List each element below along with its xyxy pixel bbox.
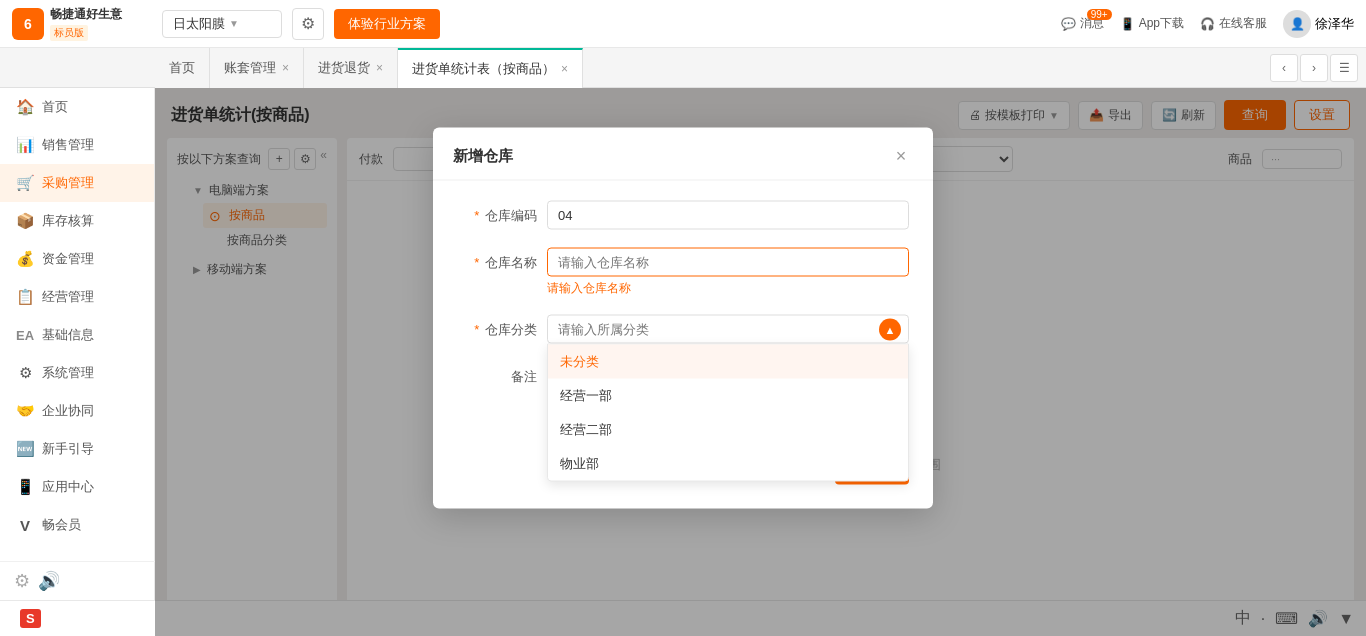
online-service-item[interactable]: 🎧 在线客服: [1200, 15, 1267, 32]
sidebar-item-sales[interactable]: 📊 销售管理: [0, 126, 154, 164]
sidebar-item-purchase[interactable]: 🛒 采购管理: [0, 164, 154, 202]
logo-area: 6 畅捷通好生意 标员版: [12, 6, 162, 41]
sidebar-item-finance[interactable]: 💰 资金管理: [0, 240, 154, 278]
experience-button[interactable]: 体验行业方案: [334, 9, 440, 39]
settings-small-icon[interactable]: ⚙: [14, 570, 30, 592]
header-right: 💬 消息 99+ 📱 App下载 🎧 在线客服 👤 徐泽华: [1061, 10, 1354, 38]
dropdown-option-uncategorized[interactable]: 未分类: [548, 345, 908, 379]
sidebar-item-system[interactable]: ⚙ 系统管理: [0, 354, 154, 392]
new-warehouse-modal: 新增仓库 × * 仓库编码 * 仓库名称 请输入仓库名称: [433, 128, 933, 509]
message-icon: 💬: [1061, 17, 1076, 31]
sidebar: 🏠 首页 📊 销售管理 🛒 采购管理 📦 库存核算 💰 资金管理 📋 经营管理 …: [0, 88, 155, 636]
user-area[interactable]: 👤 徐泽华: [1283, 10, 1354, 38]
sidebar-item-guide[interactable]: 🆕 新手引导: [0, 430, 154, 468]
name-error-msg: 请输入仓库名称: [547, 280, 909, 297]
volume-icon[interactable]: 🔊: [38, 570, 60, 592]
dropdown-option-dept3[interactable]: 物业部: [548, 447, 908, 481]
category-label: * 仓库分类: [457, 315, 537, 339]
bottom-left: S: [12, 609, 41, 628]
tab-account[interactable]: 账套管理 ×: [210, 48, 304, 88]
form-row-name: * 仓库名称 请输入仓库名称: [457, 248, 909, 297]
finance-icon: 💰: [16, 250, 34, 268]
name-input[interactable]: [547, 248, 909, 277]
sales-icon: 📊: [16, 136, 34, 154]
code-input[interactable]: [547, 201, 909, 230]
sidebar-item-membership[interactable]: V 畅会员: [0, 506, 154, 544]
dropdown-option-dept2[interactable]: 经营二部: [548, 413, 908, 447]
dropdown-toggle-button[interactable]: ▲: [879, 318, 901, 340]
form-row-code: * 仓库编码: [457, 201, 909, 230]
basics-icon: EA: [16, 326, 34, 344]
avatar: 👤: [1283, 10, 1311, 38]
tab-close-icon[interactable]: ×: [561, 62, 568, 76]
headset-icon: 🎧: [1200, 17, 1215, 31]
purchase-icon: 🛒: [16, 174, 34, 192]
phone-icon: 📱: [1120, 17, 1135, 31]
name-label: * 仓库名称: [457, 248, 537, 272]
top-header: 6 畅捷通好生意 标员版 日太阳膜 ▼ ⚙ 体验行业方案 💬 消息 99+ 📱 …: [0, 0, 1366, 48]
header-middle: 日太阳膜 ▼ ⚙ 体验行业方案: [162, 8, 1061, 40]
tab-purchase-stats[interactable]: 进货单统计表（按商品） ×: [398, 48, 583, 88]
tab-close-icon[interactable]: ×: [376, 61, 383, 75]
code-label: * 仓库编码: [457, 201, 537, 225]
category-dropdown-list: 未分类 经营一部 经营二部 物业部: [547, 344, 909, 482]
guide-icon: 🆕: [16, 440, 34, 458]
s-logo: S: [20, 609, 41, 628]
collab-icon: 🤝: [16, 402, 34, 420]
sidebar-item-inventory[interactable]: 📦 库存核算: [0, 202, 154, 240]
modal-body: * 仓库编码 * 仓库名称 请输入仓库名称 * 仓库分类: [433, 181, 933, 453]
tab-home[interactable]: 首页: [155, 48, 210, 88]
category-input[interactable]: [547, 315, 909, 344]
form-row-category: * 仓库分类 ▲ 未分类 经营一部 经营二部 物业部: [457, 315, 909, 344]
home-icon: 🏠: [16, 98, 34, 116]
note-label: 备注: [457, 362, 537, 386]
gear-button[interactable]: ⚙: [292, 8, 324, 40]
sidebar-item-appstore[interactable]: 📱 应用中心: [0, 468, 154, 506]
modal-header: 新增仓库 ×: [433, 128, 933, 181]
tab-menu-button[interactable]: ☰: [1330, 54, 1358, 82]
sidebar-item-operations[interactable]: 📋 经营管理: [0, 278, 154, 316]
sidebar-bottom: ⚙ 🔊: [0, 561, 155, 600]
app-download-item[interactable]: 📱 App下载: [1120, 15, 1184, 32]
operations-icon: 📋: [16, 288, 34, 306]
tab-purchase-return[interactable]: 进货退货 ×: [304, 48, 398, 88]
tab-controls: ‹ › ☰: [1270, 54, 1366, 82]
sidebar-item-home[interactable]: 🏠 首页: [0, 88, 154, 126]
modal-title: 新增仓库: [453, 146, 513, 165]
tab-next-button[interactable]: ›: [1300, 54, 1328, 82]
tab-close-icon[interactable]: ×: [282, 61, 289, 75]
tab-prev-button[interactable]: ‹: [1270, 54, 1298, 82]
name-field: 请输入仓库名称: [547, 248, 909, 297]
membership-icon: V: [16, 516, 34, 534]
sidebar-item-collab[interactable]: 🤝 企业协同: [0, 392, 154, 430]
logo-icon: 6: [12, 8, 44, 40]
messages-item[interactable]: 💬 消息 99+: [1061, 15, 1104, 32]
logo-text: 畅捷通好生意 标员版: [50, 6, 122, 41]
tab-bar: 首页 账套管理 × 进货退货 × 进货单统计表（按商品） × ‹ › ☰: [0, 48, 1366, 88]
category-field: ▲ 未分类 经营一部 经营二部 物业部: [547, 315, 909, 344]
store-selector[interactable]: 日太阳膜 ▼: [162, 10, 282, 38]
sidebar-item-basics[interactable]: EA 基础信息: [0, 316, 154, 354]
appstore-icon: 📱: [16, 478, 34, 496]
inventory-icon: 📦: [16, 212, 34, 230]
chevron-down-icon: ▼: [229, 18, 239, 29]
dropdown-option-dept1[interactable]: 经营一部: [548, 379, 908, 413]
code-field: [547, 201, 909, 230]
modal-close-button[interactable]: ×: [889, 144, 913, 168]
system-icon: ⚙: [16, 364, 34, 382]
